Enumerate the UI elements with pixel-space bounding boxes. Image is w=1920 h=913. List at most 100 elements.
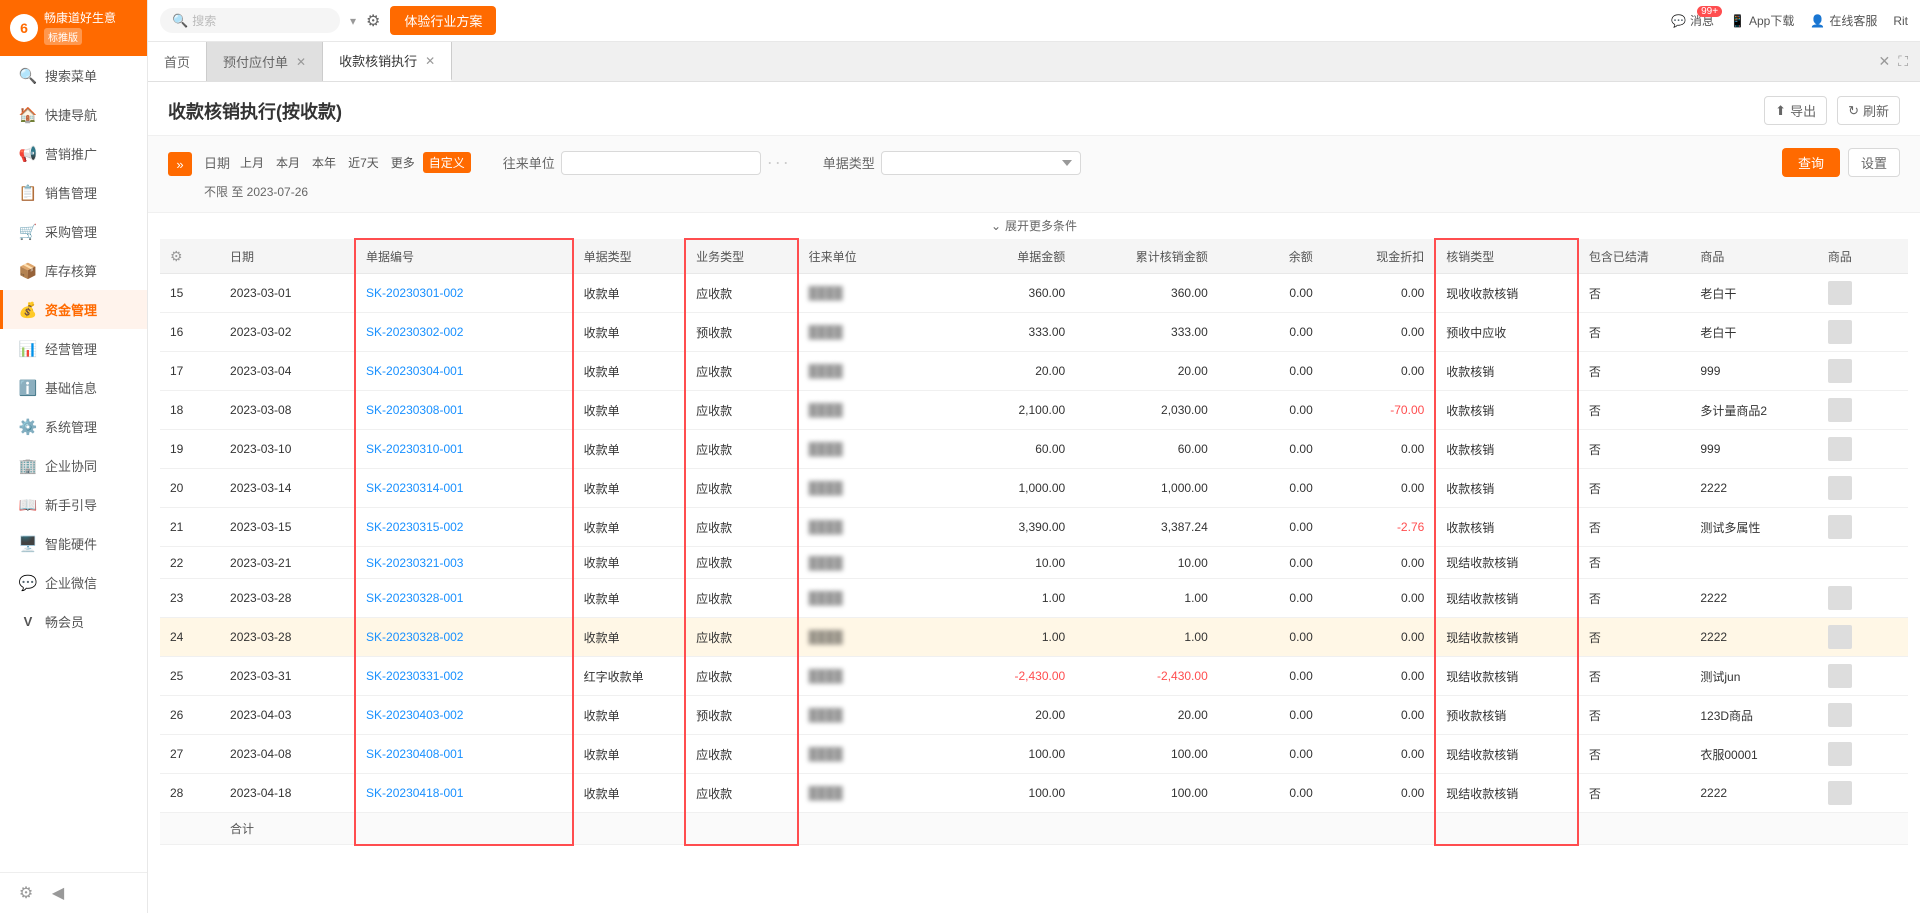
date-this-month[interactable]: 本月 <box>272 152 304 173</box>
cell-sno[interactable]: SK-20230321-003 <box>355 547 573 579</box>
cell-sno[interactable]: SK-20230308-001 <box>355 391 573 430</box>
doc-link[interactable]: SK-20230304-001 <box>366 364 463 378</box>
tab-collection-close-icon[interactable]: ✕ <box>425 54 435 68</box>
tab-prepay-close-icon[interactable]: ✕ <box>296 55 306 69</box>
cell-balance: 0.00 <box>1218 469 1323 508</box>
doc-link[interactable]: SK-20230328-001 <box>366 591 463 605</box>
sidebar-item-stock[interactable]: 📦 库存核算 <box>0 251 147 290</box>
export-button[interactable]: ⬆ 导出 <box>1764 96 1827 125</box>
settings-icon[interactable]: ⚙ <box>16 883 36 903</box>
cell-sno[interactable]: SK-20230408-001 <box>355 735 573 774</box>
refresh-button[interactable]: ↻ 刷新 <box>1837 96 1900 125</box>
cell-partner: ████ <box>798 774 948 813</box>
cell-date: 2023-03-10 <box>220 430 355 469</box>
sidebar-item-search[interactable]: 🔍 搜索菜单 <box>0 56 147 95</box>
cell-doc-type: 收款单 <box>573 391 686 430</box>
filter-settings-button[interactable]: 设置 <box>1848 148 1900 177</box>
close-window-icon[interactable]: ✕ <box>1878 53 1890 70</box>
maximize-window-icon[interactable]: ⛶ <box>1898 53 1908 70</box>
topbar-search[interactable]: 🔍 搜索 <box>160 8 340 33</box>
cell-amount: 2,100.00 <box>948 391 1076 430</box>
doc-link[interactable]: SK-20230315-002 <box>366 520 463 534</box>
app-download-btn[interactable]: 📱 App下载 <box>1730 12 1794 29</box>
cell-sno[interactable]: SK-20230315-002 <box>355 508 573 547</box>
refresh-icon: ↻ <box>1848 103 1859 119</box>
date-more[interactable]: 更多 <box>387 152 419 173</box>
cell-sno[interactable]: SK-20230314-001 <box>355 469 573 508</box>
cell-sno[interactable]: SK-20230331-002 <box>355 657 573 696</box>
cell-sno[interactable]: SK-20230304-001 <box>355 352 573 391</box>
doc-type-select[interactable] <box>881 151 1081 175</box>
search-button[interactable]: 查询 <box>1782 148 1840 177</box>
doc-link[interactable]: SK-20230310-001 <box>366 442 463 456</box>
tab-collection[interactable]: 收款核销执行 ✕ <box>323 42 452 81</box>
cell-include: 否 <box>1578 352 1691 391</box>
doc-link[interactable]: SK-20230302-002 <box>366 325 463 339</box>
user-label[interactable]: Rit <box>1893 14 1908 28</box>
search-placeholder: 搜索 <box>192 12 216 29</box>
cell-include: 否 <box>1578 579 1691 618</box>
cell-partner: ████ <box>798 352 948 391</box>
sidebar-item-finance[interactable]: 💰 资金管理 <box>0 290 147 329</box>
partner-input[interactable] <box>561 151 761 175</box>
filter-expand-button[interactable]: » <box>168 152 192 176</box>
sidebar-item-operations[interactable]: 📊 经营管理 <box>0 329 147 368</box>
tab-home[interactable]: 首页 <box>148 42 207 81</box>
solution-button[interactable]: 体验行业方案 <box>390 6 496 35</box>
cell-sno[interactable]: SK-20230418-001 <box>355 774 573 813</box>
sidebar-item-guide[interactable]: 📖 新手引导 <box>0 485 147 524</box>
date-custom-btn[interactable]: 自定义 <box>423 152 471 173</box>
topbar-gear-icon[interactable]: ⚙ <box>366 11 380 31</box>
th-doc-type: 单据类型 <box>573 239 686 274</box>
doc-link[interactable]: SK-20230418-001 <box>366 786 463 800</box>
cell-amount: 1.00 <box>948 618 1076 657</box>
sidebar-item-wechat[interactable]: 💬 企业微信 <box>0 563 147 602</box>
sidebar-item-basic[interactable]: ℹ️ 基础信息 <box>0 368 147 407</box>
topbar-chevron-icon[interactable]: ▾ <box>350 14 356 28</box>
doc-link[interactable]: SK-20230314-001 <box>366 481 463 495</box>
doc-link[interactable]: SK-20230403-002 <box>366 708 463 722</box>
col-settings-icon[interactable]: ⚙ <box>170 248 183 264</box>
cell-sno[interactable]: SK-20230301-002 <box>355 274 573 313</box>
collapse-icon[interactable]: ◀ <box>48 883 68 903</box>
date-7days[interactable]: 近7天 <box>344 152 383 173</box>
expand-conditions-btn[interactable]: ⌄ 展开更多条件 <box>148 213 1920 238</box>
doc-link[interactable]: SK-20230328-002 <box>366 630 463 644</box>
doc-link[interactable]: SK-20230301-002 <box>366 286 463 300</box>
cell-include: 否 <box>1578 618 1691 657</box>
date-this-year[interactable]: 本年 <box>308 152 340 173</box>
cell-date: 2023-04-08 <box>220 735 355 774</box>
sidebar-item-marketing[interactable]: 📢 营销推广 <box>0 134 147 173</box>
sidebar-item-purchase[interactable]: 🛒 采购管理 <box>0 212 147 251</box>
cell-sno[interactable]: SK-20230302-002 <box>355 313 573 352</box>
sidebar-item-system[interactable]: ⚙️ 系统管理 <box>0 407 147 446</box>
sidebar-item-quick-nav[interactable]: 🏠 快捷导航 <box>0 95 147 134</box>
message-badge: 99+ <box>1697 6 1722 17</box>
doc-link[interactable]: SK-20230408-001 <box>366 747 463 761</box>
filter-bar: » 日期 上月 本月 本年 近7天 更多 自定义 <box>148 136 1920 213</box>
cell-doc-type: 收款单 <box>573 735 686 774</box>
cell-discount: 0.00 <box>1323 657 1436 696</box>
sidebar-item-sales[interactable]: 📋 销售管理 <box>0 173 147 212</box>
cell-sno[interactable]: SK-20230310-001 <box>355 430 573 469</box>
cell-balance: 0.00 <box>1218 352 1323 391</box>
cell-balance: 0.00 <box>1218 508 1323 547</box>
sidebar-item-member[interactable]: V 畅会员 <box>0 602 147 641</box>
online-service-btn[interactable]: 👤 在线客服 <box>1810 12 1877 29</box>
cell-sno[interactable]: SK-20230328-001 <box>355 579 573 618</box>
message-btn[interactable]: 💬 消息 99+ <box>1671 12 1714 29</box>
cell-sno[interactable]: SK-20230403-002 <box>355 696 573 735</box>
cell-sno[interactable]: SK-20230328-002 <box>355 618 573 657</box>
message-icon: 💬 <box>1671 14 1686 28</box>
table-row: 242023-03-28SK-20230328-002收款单应收款████1.0… <box>160 618 1908 657</box>
date-last-month[interactable]: 上月 <box>236 152 268 173</box>
sidebar-item-hardware[interactable]: 🖥️ 智能硬件 <box>0 524 147 563</box>
sidebar-logo: 6 畅康道好生意 标推版 <box>0 0 147 56</box>
doc-link[interactable]: SK-20230308-001 <box>366 403 463 417</box>
doc-link[interactable]: SK-20230321-003 <box>366 556 463 570</box>
th-index: ⚙ <box>160 239 220 274</box>
sidebar-item-corp[interactable]: 🏢 企业协同 <box>0 446 147 485</box>
doc-link[interactable]: SK-20230331-002 <box>366 669 463 683</box>
tab-prepay[interactable]: 预付应付单 ✕ <box>207 42 323 81</box>
th-sno: 单据编号 <box>355 239 573 274</box>
